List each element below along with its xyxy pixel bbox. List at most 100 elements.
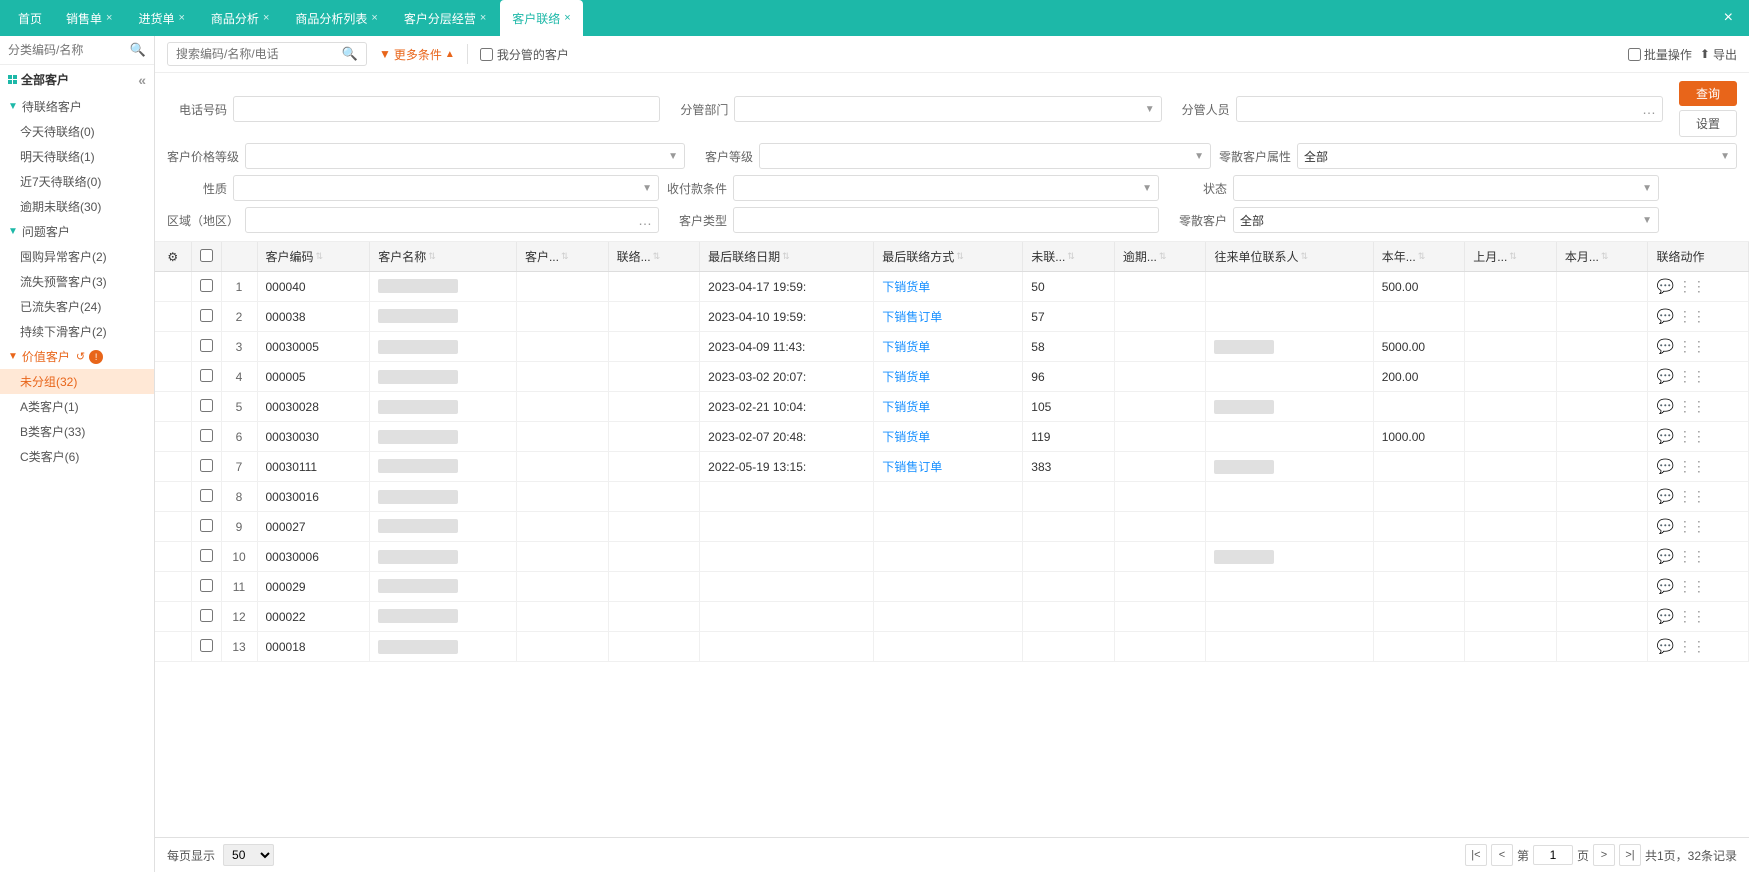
more-action-icon[interactable]: ⋮⋮ bbox=[1678, 338, 1706, 355]
batch-check[interactable] bbox=[1628, 48, 1641, 61]
collapse-icon[interactable]: « bbox=[138, 72, 146, 88]
sidebar-item-today[interactable]: 今天待联络(0) bbox=[0, 119, 154, 144]
sidebar-search[interactable]: 🔍 bbox=[0, 36, 154, 65]
row-checkbox-cell[interactable] bbox=[191, 362, 221, 392]
price-level-input[interactable]: ▼ bbox=[245, 143, 685, 169]
more-action-icon[interactable]: ⋮⋮ bbox=[1678, 578, 1706, 595]
search-icon[interactable]: 🔍 bbox=[130, 42, 146, 58]
last-way-link[interactable]: 下销货单 bbox=[882, 340, 930, 354]
this-month-col-header[interactable]: 本月... ⇅ bbox=[1556, 242, 1648, 272]
code-col-header[interactable]: 客户编码 ⇅ bbox=[257, 242, 370, 272]
export-btn[interactable]: ⬆ 导出 bbox=[1700, 46, 1737, 63]
payment-input[interactable]: ▼ bbox=[733, 175, 1159, 201]
sidebar-item-tomorrow[interactable]: 明天待联络(1) bbox=[0, 144, 154, 169]
contact-icon[interactable]: 💬 bbox=[1656, 518, 1673, 535]
more-action-icon[interactable]: ⋮⋮ bbox=[1678, 308, 1706, 325]
sidebar-group-pending[interactable]: ▼ 待联络客户 bbox=[0, 94, 154, 119]
last-way-col-header[interactable]: 最后联络方式 ⇅ bbox=[874, 242, 1023, 272]
retail-customer-input[interactable]: 全部 ▼ bbox=[1233, 207, 1659, 233]
next-page-btn[interactable]: > bbox=[1593, 844, 1615, 866]
sidebar-group-value[interactable]: ▼ 价值客户 ↺ ! bbox=[0, 344, 154, 369]
more-action-icon[interactable]: ⋮⋮ bbox=[1678, 458, 1706, 475]
last-way-link[interactable]: 下销货单 bbox=[882, 430, 930, 444]
close-icon-customer-contact[interactable]: × bbox=[564, 12, 570, 24]
row-checkbox[interactable] bbox=[200, 579, 213, 592]
nav-tab-customer-tier[interactable]: 客户分层经营 × bbox=[392, 0, 498, 36]
nature-input[interactable]: ▼ bbox=[233, 175, 659, 201]
row-checkbox[interactable] bbox=[200, 639, 213, 652]
row-checkbox[interactable] bbox=[200, 399, 213, 412]
contact-icon[interactable]: 💬 bbox=[1656, 278, 1673, 295]
close-icon-analysis[interactable]: × bbox=[263, 12, 269, 24]
last-way-link[interactable]: 下销售订单 bbox=[882, 460, 942, 474]
row-checkbox[interactable] bbox=[200, 339, 213, 352]
batch-operation-btn[interactable]: 批量操作 bbox=[1628, 46, 1692, 63]
overdue-col-header[interactable]: 逾期... ⇅ bbox=[1114, 242, 1206, 272]
row-checkbox-cell[interactable] bbox=[191, 482, 221, 512]
more-action-icon[interactable]: ⋮⋮ bbox=[1678, 638, 1706, 655]
nav-tab-purchase[interactable]: 进货单 × bbox=[126, 0, 196, 36]
row-checkbox[interactable] bbox=[200, 489, 213, 502]
more-conditions-btn[interactable]: ▼ 更多条件 ▲ bbox=[379, 46, 455, 63]
nav-home[interactable]: 首页 bbox=[8, 0, 52, 36]
sidebar-item-churn-warn[interactable]: 流失预警客户(3) bbox=[0, 269, 154, 294]
more-action-icon[interactable]: ⋮⋮ bbox=[1678, 518, 1706, 535]
not-contacted-col-header[interactable]: 未联... ⇅ bbox=[1023, 242, 1115, 272]
nav-tab-sales[interactable]: 销售单 × bbox=[54, 0, 124, 36]
row-checkbox-cell[interactable] bbox=[191, 452, 221, 482]
sidebar-group-problem[interactable]: ▼ 问题客户 bbox=[0, 219, 154, 244]
customer-level-input[interactable]: ▼ bbox=[759, 143, 1211, 169]
region-input[interactable]: … bbox=[245, 207, 659, 233]
contacts-col-header[interactable]: 往来单位联系人 ⇅ bbox=[1206, 242, 1373, 272]
row-checkbox-cell[interactable] bbox=[191, 632, 221, 662]
contact-col-header[interactable]: 联络... ⇅ bbox=[608, 242, 700, 272]
reset-button[interactable]: 设置 bbox=[1679, 110, 1737, 137]
last-page-btn[interactable]: >| bbox=[1619, 844, 1641, 866]
prev-page-btn[interactable]: < bbox=[1491, 844, 1513, 866]
per-page-select[interactable]: 50 100 bbox=[223, 844, 274, 866]
row-checkbox-cell[interactable] bbox=[191, 302, 221, 332]
contact-icon[interactable]: 💬 bbox=[1656, 488, 1673, 505]
manager-input[interactable]: … bbox=[1236, 96, 1663, 122]
more-action-icon[interactable]: ⋮⋮ bbox=[1678, 488, 1706, 505]
row-checkbox[interactable] bbox=[200, 459, 213, 472]
sidebar-item-declining[interactable]: 持续下滑客户(2) bbox=[0, 319, 154, 344]
more-action-icon[interactable]: ⋮⋮ bbox=[1678, 278, 1706, 295]
category-search-input[interactable] bbox=[8, 43, 126, 57]
more-action-icon[interactable]: ⋮⋮ bbox=[1678, 398, 1706, 415]
contact-icon[interactable]: 💬 bbox=[1656, 548, 1673, 565]
contact-icon[interactable]: 💬 bbox=[1656, 608, 1673, 625]
row-checkbox[interactable] bbox=[200, 279, 213, 292]
last-date-col-header[interactable]: 最后联络日期 ⇅ bbox=[700, 242, 874, 272]
close-icon-purchase[interactable]: × bbox=[178, 12, 184, 24]
row-checkbox[interactable] bbox=[200, 519, 213, 532]
row-checkbox-cell[interactable] bbox=[191, 332, 221, 362]
row-checkbox[interactable] bbox=[200, 309, 213, 322]
phone-input[interactable] bbox=[233, 96, 660, 122]
contact-icon[interactable]: 💬 bbox=[1656, 428, 1673, 445]
row-checkbox-cell[interactable] bbox=[191, 572, 221, 602]
sidebar-item-7days[interactable]: 近7天待联络(0) bbox=[0, 169, 154, 194]
contact-icon[interactable]: 💬 bbox=[1656, 398, 1673, 415]
type-col-header[interactable]: 客户... ⇅ bbox=[516, 242, 608, 272]
row-checkbox-cell[interactable] bbox=[191, 602, 221, 632]
row-checkbox-cell[interactable] bbox=[191, 392, 221, 422]
close-icon-sales[interactable]: × bbox=[106, 12, 112, 24]
query-button[interactable]: 查询 bbox=[1679, 81, 1737, 106]
dept-input[interactable]: ▼ bbox=[734, 96, 1161, 122]
row-checkbox-cell[interactable] bbox=[191, 272, 221, 302]
sidebar-item-class-c[interactable]: C类客户(6) bbox=[0, 444, 154, 469]
last-month-col-header[interactable]: 上月... ⇅ bbox=[1465, 242, 1557, 272]
sidebar-item-class-a[interactable]: A类客户(1) bbox=[0, 394, 154, 419]
my-customers-checkbox[interactable]: 我分管的客户 bbox=[480, 46, 569, 63]
checkbox-col-header[interactable] bbox=[191, 242, 221, 272]
page-input[interactable] bbox=[1533, 845, 1573, 865]
last-way-link[interactable]: 下销货单 bbox=[882, 370, 930, 384]
status-input[interactable]: ▼ bbox=[1233, 175, 1659, 201]
sidebar-item-overdue[interactable]: 逾期未联络(30) bbox=[0, 194, 154, 219]
my-customers-check[interactable] bbox=[480, 48, 493, 61]
contact-icon[interactable]: 💬 bbox=[1656, 638, 1673, 655]
nav-tab-analysis[interactable]: 商品分析 × bbox=[199, 0, 281, 36]
contact-icon[interactable]: 💬 bbox=[1656, 338, 1673, 355]
close-all-button[interactable]: × bbox=[1716, 9, 1741, 27]
